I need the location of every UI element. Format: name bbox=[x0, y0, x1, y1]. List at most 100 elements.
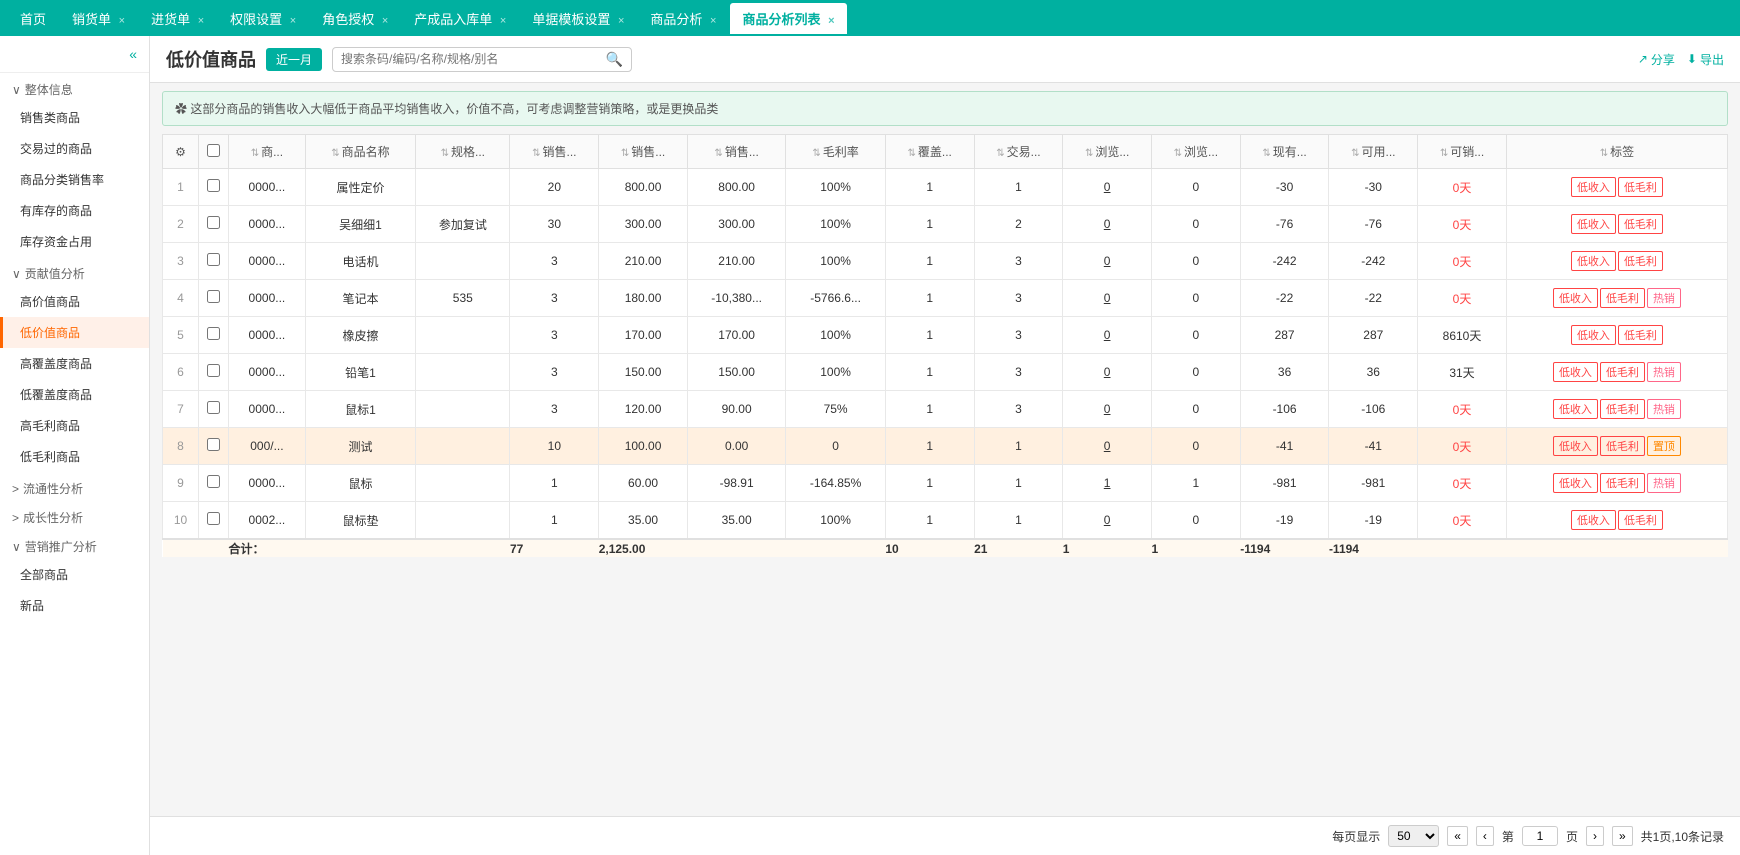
row-checkbox[interactable] bbox=[207, 253, 220, 266]
checkbox-cell[interactable] bbox=[199, 243, 229, 280]
view1-link[interactable]: 0 bbox=[1104, 254, 1111, 268]
close-icon[interactable]: × bbox=[198, 15, 204, 27]
close-icon[interactable]: × bbox=[500, 15, 506, 27]
nav-role-auth[interactable]: 角色授权 × bbox=[310, 3, 400, 34]
view1-link[interactable]: 0 bbox=[1104, 217, 1111, 231]
close-icon[interactable]: × bbox=[618, 15, 624, 27]
sidebar-item-sales-goods[interactable]: 销售类商品 bbox=[0, 102, 149, 133]
checkbox-cell[interactable] bbox=[199, 354, 229, 391]
total-tags bbox=[1506, 539, 1727, 557]
sidebar-item-all-goods[interactable]: 全部商品 bbox=[0, 559, 149, 590]
view1-link[interactable]: 0 bbox=[1104, 365, 1111, 379]
prev-page-button[interactable]: ‹ bbox=[1476, 826, 1494, 846]
trade-column-header[interactable]: ⇅交易... bbox=[974, 135, 1063, 169]
search-input[interactable] bbox=[341, 52, 606, 66]
row-checkbox[interactable] bbox=[207, 401, 220, 414]
checkbox-cell[interactable] bbox=[199, 206, 229, 243]
salable-column-header[interactable]: ⇅可销... bbox=[1418, 135, 1507, 169]
search-icon[interactable]: 🔍 bbox=[606, 51, 623, 68]
row-checkbox[interactable] bbox=[207, 290, 220, 303]
nav-home[interactable]: 首页 bbox=[8, 3, 58, 34]
next-page-button[interactable]: › bbox=[1586, 826, 1604, 846]
share-button[interactable]: ↗ 分享 bbox=[1638, 51, 1675, 68]
close-icon[interactable]: × bbox=[119, 15, 125, 27]
spec-column-header[interactable]: ⇅规格... bbox=[416, 135, 510, 169]
row-checkbox[interactable] bbox=[207, 512, 220, 525]
sidebar-group-marketing[interactable]: ∨ 营销推广分析 bbox=[0, 530, 149, 559]
sidebar-item-stock-fund[interactable]: 库存资金占用 bbox=[0, 226, 149, 257]
per-page-select[interactable]: 50 100 bbox=[1388, 825, 1439, 847]
nav-purchase-order[interactable]: 进货单 × bbox=[139, 3, 216, 34]
close-icon[interactable]: × bbox=[710, 15, 716, 27]
sidebar-item-new-goods[interactable]: 新品 bbox=[0, 590, 149, 621]
last-page-button[interactable]: » bbox=[1612, 826, 1633, 846]
nav-permission[interactable]: 权限设置 × bbox=[218, 3, 308, 34]
select-all-checkbox[interactable] bbox=[207, 144, 220, 157]
sale-price-column-header[interactable]: ⇅销售... bbox=[599, 135, 688, 169]
current-column-header[interactable]: ⇅现有... bbox=[1240, 135, 1329, 169]
view1-link[interactable]: 0 bbox=[1104, 513, 1111, 527]
page-number-input[interactable] bbox=[1522, 826, 1558, 846]
checkbox-cell[interactable] bbox=[199, 428, 229, 465]
coverage-cell: 1 bbox=[885, 317, 974, 354]
checkbox-cell[interactable] bbox=[199, 465, 229, 502]
checkbox-cell[interactable] bbox=[199, 317, 229, 354]
row-checkbox[interactable] bbox=[207, 438, 220, 451]
name-cell: 铅笔1 bbox=[305, 354, 415, 391]
code-column-header[interactable]: ⇅商... bbox=[229, 135, 306, 169]
sidebar-item-stock-goods[interactable]: 有库存的商品 bbox=[0, 195, 149, 226]
close-icon[interactable]: × bbox=[382, 15, 388, 27]
time-filter-button[interactable]: 近一月 bbox=[266, 48, 322, 71]
view1-link[interactable]: 1 bbox=[1104, 476, 1111, 490]
close-icon[interactable]: × bbox=[828, 15, 834, 27]
name-column-header[interactable]: ⇅商品名称 bbox=[305, 135, 415, 169]
sidebar-collapse-button[interactable]: « bbox=[125, 42, 141, 66]
view1-link[interactable]: 0 bbox=[1104, 291, 1111, 305]
nav-sales-order[interactable]: 销货单 × bbox=[60, 3, 137, 34]
coverage-column-header[interactable]: ⇅覆盖... bbox=[885, 135, 974, 169]
tags-column-header[interactable]: ⇅标签 bbox=[1506, 135, 1727, 169]
nav-product-storage[interactable]: 产成品入库单 × bbox=[402, 3, 518, 34]
close-icon[interactable]: × bbox=[290, 15, 296, 27]
view1-link[interactable]: 0 bbox=[1104, 402, 1111, 416]
sidebar-item-low-coverage[interactable]: 低覆盖度商品 bbox=[0, 379, 149, 410]
row-checkbox[interactable] bbox=[207, 216, 220, 229]
view2-column-header[interactable]: ⇅浏览... bbox=[1152, 135, 1241, 169]
trade-cell: 3 bbox=[974, 243, 1063, 280]
checkbox-cell[interactable] bbox=[199, 502, 229, 540]
row-checkbox[interactable] bbox=[207, 327, 220, 340]
sidebar-group-circulation[interactable]: > 流通性分析 bbox=[0, 472, 149, 501]
nav-product-analysis[interactable]: 商品分析 × bbox=[638, 3, 728, 34]
sidebar-group-overall[interactable]: ∨ 整体信息 bbox=[0, 73, 149, 102]
sale-qty-column-header[interactable]: ⇅销售... bbox=[510, 135, 599, 169]
sidebar-item-low-value[interactable]: 低价值商品 bbox=[0, 317, 149, 348]
nav-template-settings[interactable]: 单据模板设置 × bbox=[520, 3, 636, 34]
sidebar-group-value[interactable]: ∨ 贡献值分析 bbox=[0, 257, 149, 286]
view1-column-header[interactable]: ⇅浏览... bbox=[1063, 135, 1152, 169]
sidebar-item-high-profit[interactable]: 高毛利商品 bbox=[0, 410, 149, 441]
sidebar-item-high-coverage[interactable]: 高覆盖度商品 bbox=[0, 348, 149, 379]
view1-link[interactable]: 0 bbox=[1104, 328, 1111, 342]
row-checkbox[interactable] bbox=[207, 179, 220, 192]
checkbox-cell[interactable] bbox=[199, 391, 229, 428]
checkbox-cell[interactable] bbox=[199, 169, 229, 206]
view1-link[interactable]: 0 bbox=[1104, 180, 1111, 194]
row-checkbox[interactable] bbox=[207, 475, 220, 488]
checkbox-cell[interactable] bbox=[199, 280, 229, 317]
sidebar-item-high-value[interactable]: 高价值商品 bbox=[0, 286, 149, 317]
sidebar-item-traded-goods[interactable]: 交易过的商品 bbox=[0, 133, 149, 164]
row-checkbox[interactable] bbox=[207, 364, 220, 377]
export-button[interactable]: ⬇ 导出 bbox=[1687, 51, 1724, 68]
sale-amount-column-header[interactable]: ⇅销售... bbox=[687, 135, 785, 169]
settings-column-header[interactable]: ⚙ bbox=[163, 135, 199, 169]
table-container[interactable]: ⚙ ⇅商... ⇅商品名称 ⇅规格... ⇅销售... ⇅销售... ⇅销售..… bbox=[150, 134, 1740, 816]
view1-link[interactable]: 0 bbox=[1104, 439, 1111, 453]
sidebar-group-growth[interactable]: > 成长性分析 bbox=[0, 501, 149, 530]
first-page-button[interactable]: « bbox=[1447, 826, 1468, 846]
usable-column-header[interactable]: ⇅可用... bbox=[1329, 135, 1418, 169]
sidebar-item-category-sales-rate[interactable]: 商品分类销售率 bbox=[0, 164, 149, 195]
sidebar-item-low-profit[interactable]: 低毛利商品 bbox=[0, 441, 149, 472]
nav-product-analysis-list[interactable]: 商品分析列表 × bbox=[730, 3, 846, 34]
profit-rate-column-header[interactable]: ⇅毛利率 bbox=[786, 135, 885, 169]
checkbox-column-header[interactable] bbox=[199, 135, 229, 169]
